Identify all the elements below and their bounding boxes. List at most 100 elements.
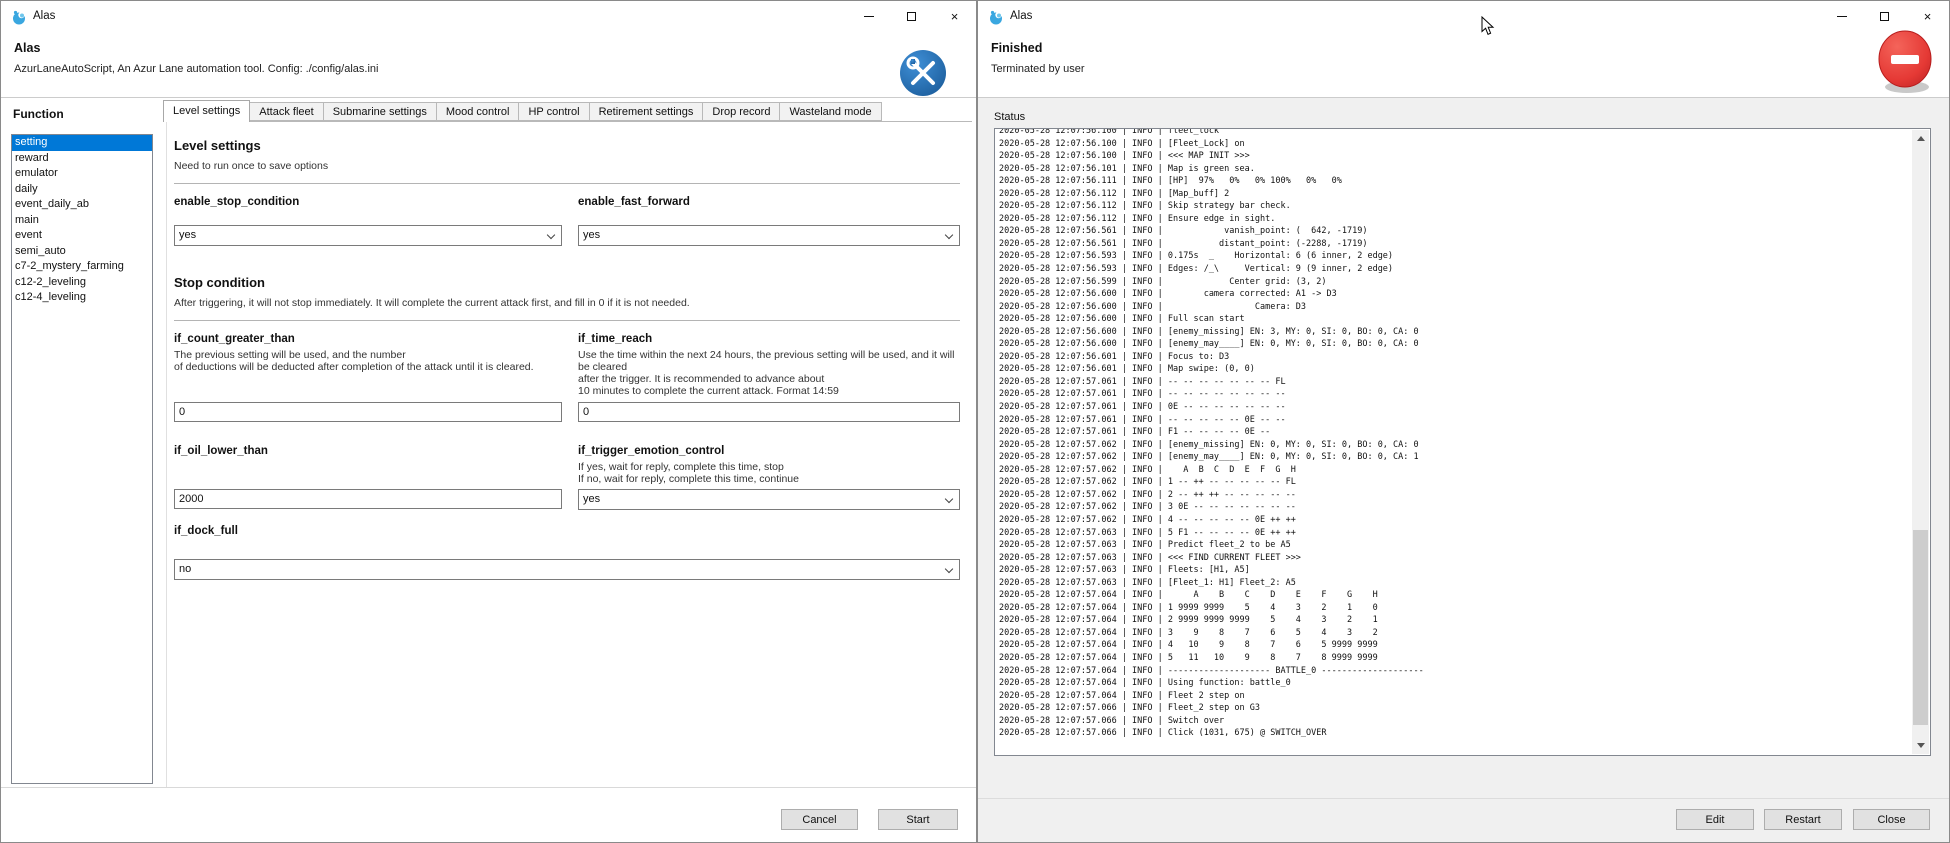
sidebar-item-reward[interactable]: reward (12, 151, 152, 167)
log-line: 2020-05-28 12:07:56.593 | INFO | Edges: … (999, 263, 1910, 276)
log-line: 2020-05-28 12:07:57.061 | INFO | -- -- -… (999, 376, 1910, 389)
log-line: 2020-05-28 12:07:56.599 | INFO | Center … (999, 276, 1910, 289)
if-dock-full-select[interactable]: no (174, 559, 960, 580)
function-listbox[interactable]: settingrewardemulatordailyevent_daily_ab… (11, 134, 153, 784)
close-button-footer[interactable]: Close (1853, 809, 1930, 830)
close-button[interactable]: × (1906, 1, 1949, 31)
log-line: 2020-05-28 12:07:57.064 | INFO | 5 11 10… (999, 652, 1910, 665)
settings-tools-icon (899, 49, 947, 97)
settings-tabs: Level settingsAttack fleetSubmarine sett… (163, 100, 882, 122)
log-line: 2020-05-28 12:07:57.064 | INFO | Fleet 2… (999, 690, 1910, 703)
tab-submarine-settings[interactable]: Submarine settings (324, 102, 437, 121)
alas-app-icon (988, 9, 1004, 25)
section-desc-level-settings: Need to run once to save options (174, 160, 328, 172)
log-line: 2020-05-28 12:07:56.600 | INFO | Full sc… (999, 313, 1910, 326)
sidebar-item-c12-2-leveling[interactable]: c12-2_leveling (12, 275, 152, 291)
log-line: 2020-05-28 12:07:56.600 | INFO | Camera:… (999, 301, 1910, 314)
cancel-button[interactable]: Cancel (781, 809, 858, 830)
log-line: 2020-05-28 12:07:57.061 | INFO | F1 -- -… (999, 426, 1910, 439)
field-label-enable-fast-forward: enable_fast_forward (578, 196, 690, 208)
sidebar-item-main[interactable]: main (12, 213, 152, 229)
sidebar-item-event[interactable]: event (12, 228, 152, 244)
log-line: 2020-05-28 12:07:57.062 | INFO | 3 0E --… (999, 501, 1910, 514)
sidebar-item-daily[interactable]: daily (12, 182, 152, 198)
divider (174, 183, 960, 184)
log-line: 2020-05-28 12:07:57.066 | INFO | Switch … (999, 715, 1910, 728)
log-line: 2020-05-28 12:07:56.112 | INFO | Ensure … (999, 213, 1910, 226)
tab-mood-control[interactable]: Mood control (437, 102, 520, 121)
window-title: Alas (1010, 10, 1032, 22)
status-label: Status (994, 111, 1025, 123)
tab-hp-control[interactable]: HP control (519, 102, 589, 121)
close-icon: × (951, 10, 959, 23)
maximize-icon (907, 12, 916, 21)
log-line: 2020-05-28 12:07:57.063 | INFO | Predict… (999, 539, 1910, 552)
sidebar-item-c12-4-leveling[interactable]: c12-4_leveling (12, 290, 152, 306)
log-line: 2020-05-28 12:07:57.066 | INFO | Click (… (999, 727, 1910, 740)
tab-drop-record[interactable]: Drop record (703, 102, 780, 121)
log-line: 2020-05-28 12:07:57.062 | INFO | 1 -- ++… (999, 476, 1910, 489)
sidebar-item-c7-2-mystery-farming[interactable]: c7-2_mystery_farming (12, 259, 152, 275)
maximize-button[interactable] (1863, 1, 1906, 31)
if-trigger-emotion-control-select[interactable]: yes (578, 489, 960, 510)
log-line: 2020-05-28 12:07:56.593 | INFO | 0.175s … (999, 250, 1910, 263)
log-line: 2020-05-28 12:07:56.561 | INFO | distant… (999, 238, 1910, 251)
status-log-box[interactable]: 2020-05-28 12:07:56.100 | INFO | fleet_l… (994, 128, 1931, 756)
log-line: 2020-05-28 12:07:57.062 | INFO | A B C D… (999, 464, 1910, 477)
sidebar-item-emulator[interactable]: emulator (12, 166, 152, 182)
log-line: 2020-05-28 12:07:57.062 | INFO | 2 -- ++… (999, 489, 1910, 502)
scroll-down-button[interactable] (1912, 737, 1929, 754)
section-desc-stop-condition: After triggering, it will not stop immed… (174, 297, 954, 309)
log-line: 2020-05-28 12:07:56.601 | INFO | Map swi… (999, 363, 1910, 376)
log-line: 2020-05-28 12:07:57.061 | INFO | 0E -- -… (999, 401, 1910, 414)
sidebar-item-setting[interactable]: setting (12, 135, 152, 151)
page-subtitle: AzurLaneAutoScript, An Azur Lane automat… (14, 63, 378, 75)
log-line: 2020-05-28 12:07:56.100 | INFO | [Fleet_… (999, 138, 1910, 151)
titlebar[interactable]: Alas × (1, 1, 976, 33)
log-line: 2020-05-28 12:07:57.063 | INFO | Fleets:… (999, 564, 1910, 577)
status-title: Finished (991, 41, 1042, 55)
field-label-if-count-greater-than: if_count_greater_than (174, 333, 295, 345)
log-line: 2020-05-28 12:07:57.064 | INFO | A B C D… (999, 589, 1910, 602)
scrollbar-thumb[interactable] (1913, 530, 1928, 725)
log-line: 2020-05-28 12:07:57.066 | INFO | Fleet_2… (999, 702, 1910, 715)
log-line: 2020-05-28 12:07:57.061 | INFO | -- -- -… (999, 388, 1910, 401)
start-button[interactable]: Start (878, 809, 958, 830)
sidebar-item-semi-auto[interactable]: semi_auto (12, 244, 152, 260)
log-line: 2020-05-28 12:07:57.063 | INFO | 5 F1 --… (999, 527, 1910, 540)
log-line: 2020-05-28 12:07:56.600 | INFO | camera … (999, 288, 1910, 301)
chevron-up-icon (1917, 136, 1925, 141)
alas-app-icon (11, 9, 27, 25)
chevron-down-icon (945, 565, 953, 573)
log-scrollbar[interactable] (1912, 130, 1929, 754)
edit-button[interactable]: Edit (1676, 809, 1754, 830)
log-line: 2020-05-28 12:07:56.600 | INFO | [enemy_… (999, 326, 1910, 339)
restart-button[interactable]: Restart (1764, 809, 1842, 830)
log-line: 2020-05-28 12:07:57.062 | INFO | [enemy_… (999, 451, 1910, 464)
log-line: 2020-05-28 12:07:57.062 | INFO | [enemy_… (999, 439, 1910, 452)
close-button[interactable]: × (933, 1, 976, 31)
if-time-reach-input[interactable] (578, 402, 960, 422)
log-line: 2020-05-28 12:07:56.112 | INFO | [Map_bu… (999, 188, 1910, 201)
level-settings-pane: Level settings Need to run once to save … (166, 121, 972, 787)
tab-level-settings[interactable]: Level settings (163, 100, 250, 122)
tab-attack-fleet[interactable]: Attack fleet (250, 102, 323, 121)
header-divider (1, 97, 976, 98)
scroll-up-button[interactable] (1912, 130, 1929, 147)
log-line: 2020-05-28 12:07:57.064 | INFO | Using f… (999, 677, 1910, 690)
tab-wasteland-mode[interactable]: Wasteland mode (780, 102, 881, 121)
chevron-down-icon (547, 231, 555, 239)
log-line: 2020-05-28 12:07:56.112 | INFO | Skip st… (999, 200, 1910, 213)
if-oil-lower-than-input[interactable] (174, 489, 562, 509)
log-line: 2020-05-28 12:07:56.101 | INFO | Map is … (999, 163, 1910, 176)
sidebar-item-event-daily-ab[interactable]: event_daily_ab (12, 197, 152, 213)
minimize-button[interactable] (847, 1, 890, 31)
titlebar[interactable]: Alas × (978, 1, 1949, 33)
enable-fast-forward-select[interactable]: yes (578, 225, 960, 246)
minimize-button[interactable] (1820, 1, 1863, 31)
log-line: 2020-05-28 12:07:57.061 | INFO | -- -- -… (999, 414, 1910, 427)
enable-stop-condition-select[interactable]: yes (174, 225, 562, 246)
tab-retirement-settings[interactable]: Retirement settings (590, 102, 704, 121)
if-count-greater-than-input[interactable] (174, 402, 562, 422)
maximize-button[interactable] (890, 1, 933, 31)
